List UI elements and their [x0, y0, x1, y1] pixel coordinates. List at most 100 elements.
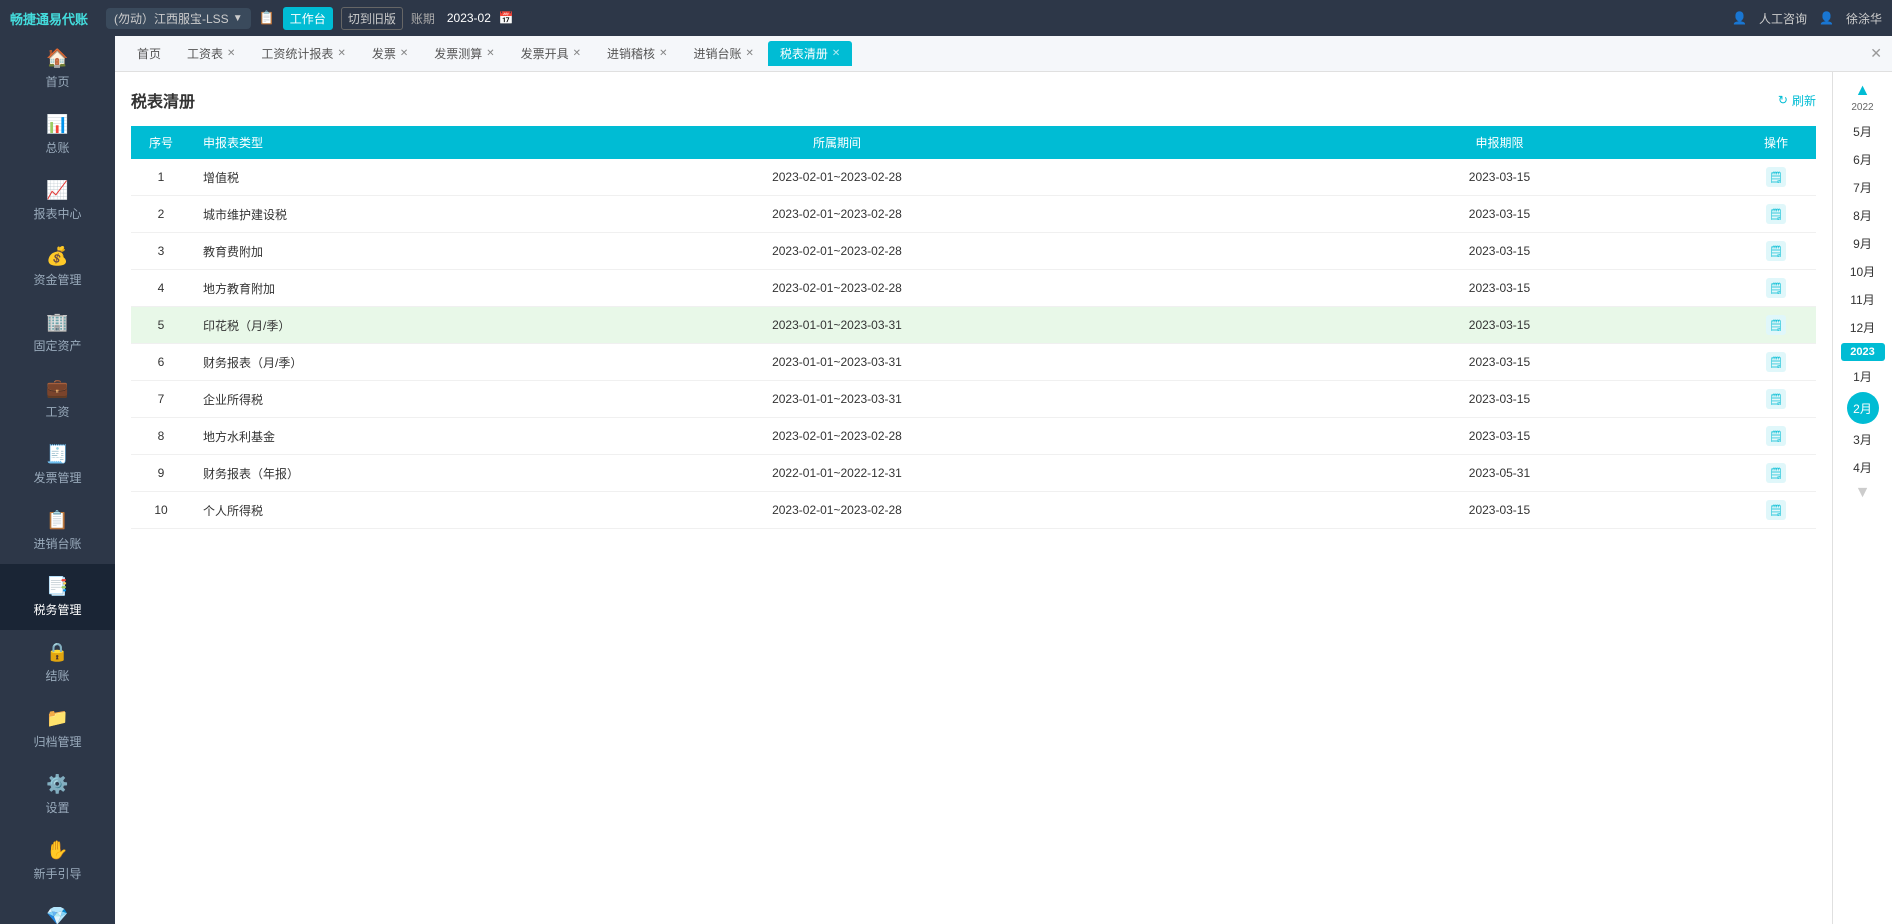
tab-invoice-open[interactable]: 发票开具 ✕ [509, 41, 593, 66]
tab-salary[interactable]: 工资表 ✕ [175, 41, 247, 66]
tab-salary-report[interactable]: 工资统计报表 ✕ [249, 41, 357, 66]
tab-invoice-calc[interactable]: 发票测算 ✕ [422, 41, 506, 66]
fund-icon: 💰 [46, 246, 68, 267]
prev-year-nav-icon[interactable]: ▲ [1855, 82, 1871, 100]
tab-invoice-open-close-icon[interactable]: ✕ [573, 48, 581, 59]
month-item[interactable]: 9月 [1841, 230, 1885, 257]
cell-action: 🗒 [1736, 159, 1816, 196]
cell-action: 🗒 [1736, 196, 1816, 233]
tax-table: 序号 申报表类型 所属期间 申报期限 操作 1 增值税 2023-02-01~2… [131, 126, 1816, 529]
action-view-icon[interactable]: 🗒 [1766, 167, 1786, 187]
month-item[interactable]: 5月 [1841, 118, 1885, 145]
action-view-icon[interactable]: 🗒 [1766, 426, 1786, 446]
page-header-actions: ↻ 刷新 [1778, 92, 1816, 109]
tab-invoice-close-icon[interactable]: ✕ [400, 48, 408, 59]
month-item[interactable]: 7月 [1841, 174, 1885, 201]
active-month[interactable]: 2月 [1847, 392, 1879, 424]
cell-type: 城市维护建设税 [191, 196, 411, 233]
cell-action: 🗒 [1736, 381, 1816, 418]
action-view-icon[interactable]: 🗒 [1766, 389, 1786, 409]
month-item[interactable]: 12月 [1841, 314, 1885, 341]
month-item[interactable]: 10月 [1841, 258, 1885, 285]
cell-period: 2023-02-01~2023-02-28 [411, 159, 1263, 196]
sidebar-item-fund[interactable]: 💰 资金管理 [0, 234, 115, 300]
tab-purchase-audit[interactable]: 进销稽核 ✕ [595, 41, 679, 66]
sidebar-item-tax[interactable]: 📑 税务管理 [0, 564, 115, 630]
company-selector[interactable]: (勿动）江西服宝-LSS ▼ [106, 8, 251, 29]
cell-period: 2023-02-01~2023-02-28 [411, 418, 1263, 455]
tab-salary-report-close-icon[interactable]: ✕ [337, 48, 345, 59]
sidebar-item-salary[interactable]: 💼 工资 [0, 366, 115, 432]
table-row: 2 城市维护建设税 2023-02-01~2023-02-28 2023-03-… [131, 196, 1816, 233]
tab-purchase-ledger-close-icon[interactable]: ✕ [745, 48, 753, 59]
switch-old-button[interactable]: 切到旧版 [341, 7, 403, 30]
close-all-tabs-icon[interactable]: ✕ [1870, 45, 1882, 62]
cell-period: 2023-02-01~2023-02-28 [411, 233, 1263, 270]
ai-consult-icon: 👤 [1732, 11, 1747, 25]
action-view-icon[interactable]: 🗒 [1766, 315, 1786, 335]
tab-home[interactable]: 首页 [125, 41, 173, 66]
sidebar-item-home[interactable]: 🏠 首页 [0, 36, 115, 102]
settings-icon: ⚙️ [46, 774, 68, 795]
cell-type: 地方教育附加 [191, 270, 411, 307]
workbench-button[interactable]: 工作台 [283, 7, 333, 30]
sidebar-item-close[interactable]: 🔒 结账 [0, 630, 115, 696]
tab-tax-clear[interactable]: 税表清册 ✕ [768, 41, 852, 66]
action-view-icon[interactable]: 🗒 [1766, 278, 1786, 298]
tab-salary-close-icon[interactable]: ✕ [227, 48, 235, 59]
table-body: 1 增值税 2023-02-01~2023-02-28 2023-03-15 🗒… [131, 159, 1816, 529]
sidebar-label-settings: 设置 [45, 799, 69, 816]
purchase-icon: 📋 [46, 510, 68, 531]
tab-invoice[interactable]: 发票 ✕ [360, 41, 420, 66]
cell-period: 2023-01-01~2023-03-31 [411, 381, 1263, 418]
sidebar-item-archive[interactable]: 📁 归档管理 [0, 696, 115, 762]
sidebar-label-purchase: 进销台账 [33, 535, 81, 552]
sidebar-item-purchase[interactable]: 📋 进销台账 [0, 498, 115, 564]
tab-tax-clear-close-icon[interactable]: ✕ [832, 48, 840, 59]
tab-invoice-calc-close-icon[interactable]: ✕ [486, 48, 494, 59]
month-item[interactable]: 8月 [1841, 202, 1885, 229]
cell-seq: 5 [131, 307, 191, 344]
report-icon: 📈 [46, 180, 68, 201]
sidebar-label-tax: 税务管理 [33, 601, 81, 618]
main-layout: 🏠 首页 📊 总账 📈 报表中心 💰 资金管理 🏢 固定资产 💼 工资 🧾 发票… [0, 36, 1892, 924]
member-icon: 💎 [46, 906, 68, 924]
copy-icon[interactable]: 📋 [259, 10, 275, 26]
month-item[interactable]: 3月 [1841, 426, 1885, 453]
sidebar-item-guide[interactable]: ✋ 新手引导 [0, 828, 115, 894]
tab-purchase-audit-close-icon[interactable]: ✕ [659, 48, 667, 59]
action-view-icon[interactable]: 🗒 [1766, 352, 1786, 372]
tab-invoice-open-label: 发票开具 [521, 45, 569, 62]
next-nav-icon[interactable]: ▼ [1855, 484, 1871, 502]
ai-consult-label[interactable]: 人工咨询 [1759, 10, 1807, 27]
calendar-icon[interactable]: 📅 [499, 11, 514, 25]
tab-home-label: 首页 [137, 45, 161, 62]
top-bar-right: 👤 人工咨询 👤 徐涂华 [1732, 10, 1882, 27]
sidebar-item-member[interactable]: 💎 畅会员 [0, 894, 115, 924]
page-content: 税表清册 ↻ 刷新 序号 申报表类型 所属期间 [115, 72, 1892, 924]
sidebar: 🏠 首页 📊 总账 📈 报表中心 💰 资金管理 🏢 固定资产 💼 工资 🧾 发票… [0, 36, 115, 924]
action-view-icon[interactable]: 🗒 [1766, 241, 1786, 261]
tab-purchase-ledger[interactable]: 进销台账 ✕ [681, 41, 765, 66]
sidebar-item-settings[interactable]: ⚙️ 设置 [0, 762, 115, 828]
sidebar-item-invoice[interactable]: 🧾 发票管理 [0, 432, 115, 498]
action-view-icon[interactable]: 🗒 [1766, 500, 1786, 520]
sidebar-item-fixed[interactable]: 🏢 固定资产 [0, 300, 115, 366]
salary-icon: 💼 [46, 378, 68, 399]
cell-type: 财务报表（年报） [191, 455, 411, 492]
sidebar-item-report[interactable]: 📈 报表中心 [0, 168, 115, 234]
fixed-icon: 🏢 [46, 312, 68, 333]
action-view-icon[interactable]: 🗒 [1766, 204, 1786, 224]
after-active-months: 3月4月 [1841, 425, 1885, 482]
refresh-button[interactable]: ↻ 刷新 [1778, 92, 1816, 109]
month-item[interactable]: 1月 [1841, 363, 1885, 390]
month-item[interactable]: 6月 [1841, 146, 1885, 173]
sidebar-item-ledger[interactable]: 📊 总账 [0, 102, 115, 168]
cell-deadline: 2023-03-15 [1263, 307, 1736, 344]
month-item[interactable]: 4月 [1841, 454, 1885, 481]
current-year-label: 2023 [1841, 343, 1885, 361]
before-active-months: 1月 [1841, 362, 1885, 391]
action-view-icon[interactable]: 🗒 [1766, 463, 1786, 483]
cell-seq: 7 [131, 381, 191, 418]
month-item[interactable]: 11月 [1841, 286, 1885, 313]
